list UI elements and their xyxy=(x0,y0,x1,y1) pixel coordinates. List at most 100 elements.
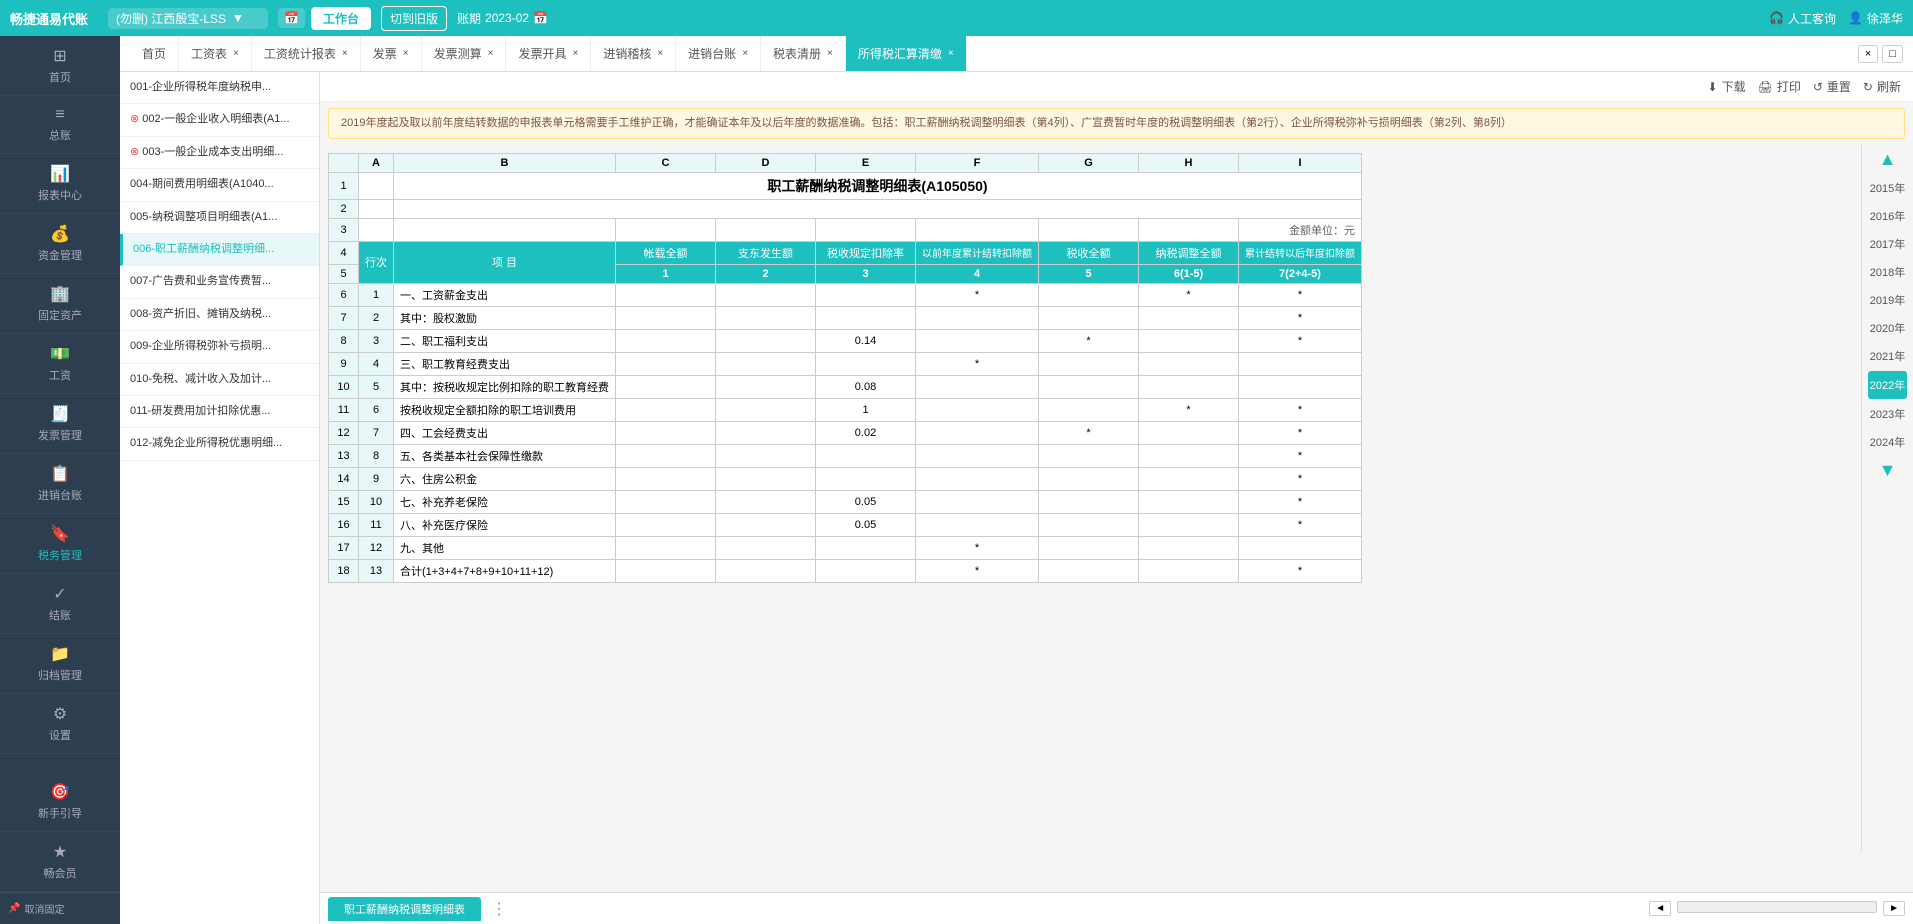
row-f-cell[interactable] xyxy=(916,444,1039,467)
row-c-cell[interactable] xyxy=(616,329,716,352)
row-e-cell[interactable] xyxy=(816,536,916,559)
row-h-cell[interactable] xyxy=(1139,306,1239,329)
tab-invoice-calc[interactable]: 发票测算 × xyxy=(422,36,507,72)
tab-invoice[interactable]: 发票 × xyxy=(361,36,422,72)
row-c-cell[interactable] xyxy=(616,283,716,306)
row-d-cell[interactable] xyxy=(716,513,816,536)
row-label-cell[interactable]: 一、工资薪金支出 xyxy=(394,283,616,306)
row-e-cell[interactable] xyxy=(816,444,916,467)
row-e-cell[interactable] xyxy=(816,467,916,490)
row-g-cell[interactable] xyxy=(1039,536,1139,559)
row-g-cell[interactable] xyxy=(1039,283,1139,306)
row-g-cell[interactable] xyxy=(1039,398,1139,421)
row-f-cell[interactable] xyxy=(916,467,1039,490)
row-h-cell[interactable] xyxy=(1139,536,1239,559)
tab-invoice-issue[interactable]: 发票开具 × xyxy=(506,36,591,72)
left-panel-item-002[interactable]: ⊗002-一般企业收入明细表(A1... xyxy=(120,104,319,136)
row-h-cell[interactable] xyxy=(1139,352,1239,375)
row-i-cell[interactable]: * xyxy=(1239,306,1362,329)
download-button[interactable]: ⬇ 下载 xyxy=(1708,78,1746,95)
row-c-cell[interactable] xyxy=(616,490,716,513)
row-h-cell[interactable]: * xyxy=(1139,283,1239,306)
sidebar-item-home[interactable]: ⊞ 首页 xyxy=(0,36,120,96)
scroll-down-button[interactable]: ▼ xyxy=(1862,456,1913,485)
row-label-cell[interactable]: 九、其他 xyxy=(394,536,616,559)
company-selector[interactable]: (勿删) 江西殷宝-LSS ▼ xyxy=(108,8,268,29)
row-i-cell[interactable] xyxy=(1239,536,1362,559)
left-panel-item-010[interactable]: 010-免税、减计收入及加计... xyxy=(120,364,319,396)
row-c-cell[interactable] xyxy=(616,559,716,582)
row-g-cell[interactable] xyxy=(1039,306,1139,329)
row-i-cell[interactable] xyxy=(1239,375,1362,398)
tab-tax-settlement[interactable]: 所得税汇算清缴 × xyxy=(846,36,967,72)
tab-salary-stats[interactable]: 工资统计报表 × xyxy=(252,36,361,72)
row-f-cell[interactable] xyxy=(916,490,1039,513)
sidebar-item-invoice[interactable]: 🧾 发票管理 xyxy=(0,394,120,454)
close-icon[interactable]: × xyxy=(233,48,239,59)
row-g-cell[interactable] xyxy=(1039,559,1139,582)
row-e-cell[interactable]: 1 xyxy=(816,398,916,421)
year-item[interactable]: 2022年 xyxy=(1868,371,1907,399)
row-e-cell[interactable]: 0.14 xyxy=(816,329,916,352)
row-e-cell[interactable]: 0.08 xyxy=(816,375,916,398)
row-f-cell[interactable] xyxy=(916,398,1039,421)
row-label-cell[interactable]: 五、各类基本社会保障性缴款 xyxy=(394,444,616,467)
row-h-cell[interactable] xyxy=(1139,490,1239,513)
row-f-cell[interactable] xyxy=(916,375,1039,398)
year-item[interactable]: 2015年 xyxy=(1865,174,1910,202)
row-i-cell[interactable]: * xyxy=(1239,283,1362,306)
row-h-cell[interactable] xyxy=(1139,513,1239,536)
scroll-right-button[interactable]: ► xyxy=(1883,901,1905,916)
tab-expand[interactable]: □ xyxy=(1882,45,1903,63)
row-label-cell[interactable]: 按税收规定全额扣除的职工培训费用 xyxy=(394,398,616,421)
row-f-cell[interactable] xyxy=(916,306,1039,329)
row-c-cell[interactable] xyxy=(616,467,716,490)
year-item[interactable]: 2019年 xyxy=(1865,286,1910,314)
left-panel-item-011[interactable]: 011-研发费用加计扣除优惠... xyxy=(120,396,319,428)
row-g-cell[interactable] xyxy=(1039,375,1139,398)
sheet-menu-icon[interactable]: ⋮ xyxy=(491,899,507,919)
user-profile[interactable]: 👤 徐泽华 xyxy=(1848,10,1903,27)
row-label-cell[interactable]: 八、补充医疗保险 xyxy=(394,513,616,536)
sidebar-item-settings[interactable]: ⚙ 设置 xyxy=(0,694,120,754)
row-d-cell[interactable] xyxy=(716,536,816,559)
row-label-cell[interactable]: 二、职工福利支出 xyxy=(394,329,616,352)
tab-close-all[interactable]: × xyxy=(1858,45,1878,63)
row-i-cell[interactable]: * xyxy=(1239,490,1362,513)
sidebar-item-guide[interactable]: 🎯 新手引导 xyxy=(0,772,120,832)
spreadsheet-container[interactable]: A B C D E F G H I xyxy=(320,145,1861,893)
close-icon[interactable]: × xyxy=(827,48,833,59)
sidebar-item-member[interactable]: ★ 畅会员 xyxy=(0,832,120,892)
row-i-cell[interactable]: * xyxy=(1239,559,1362,582)
row-f-cell[interactable]: * xyxy=(916,352,1039,375)
tab-sales-check[interactable]: 进销稽核 × xyxy=(591,36,676,72)
row-d-cell[interactable] xyxy=(716,306,816,329)
row-label-cell[interactable]: 三、职工教育经费支出 xyxy=(394,352,616,375)
row-h-cell[interactable] xyxy=(1139,444,1239,467)
row-e-cell[interactable] xyxy=(816,352,916,375)
year-item[interactable]: 2020年 xyxy=(1865,314,1910,342)
close-icon[interactable]: × xyxy=(572,48,578,59)
row-d-cell[interactable] xyxy=(716,352,816,375)
row-label-cell[interactable]: 其中：按税收规定比例扣除的职工教育经费 xyxy=(394,375,616,398)
row-c-cell[interactable] xyxy=(616,444,716,467)
row-g-cell[interactable] xyxy=(1039,352,1139,375)
row-i-cell[interactable]: * xyxy=(1239,329,1362,352)
year-item[interactable]: 2016年 xyxy=(1865,202,1910,230)
row-label-cell[interactable]: 六、住房公积金 xyxy=(394,467,616,490)
row-c-cell[interactable] xyxy=(616,398,716,421)
close-icon[interactable]: × xyxy=(488,48,494,59)
scroll-up-button[interactable]: ▲ xyxy=(1862,145,1913,174)
row-g-cell[interactable] xyxy=(1039,444,1139,467)
row-i-cell[interactable] xyxy=(1239,352,1362,375)
refresh-button[interactable]: ↻ 刷新 xyxy=(1863,78,1901,95)
row-c-cell[interactable] xyxy=(616,513,716,536)
year-item[interactable]: 2024年 xyxy=(1865,428,1910,456)
row-h-cell[interactable] xyxy=(1139,375,1239,398)
row-label-cell[interactable]: 合计(1+3+4+7+8+9+10+11+12) xyxy=(394,559,616,582)
close-icon[interactable]: × xyxy=(657,48,663,59)
row-d-cell[interactable] xyxy=(716,421,816,444)
row-h-cell[interactable] xyxy=(1139,421,1239,444)
row-f-cell[interactable]: * xyxy=(916,536,1039,559)
left-panel-item-007[interactable]: 007-广告费和业务宣传费暂... xyxy=(120,266,319,298)
